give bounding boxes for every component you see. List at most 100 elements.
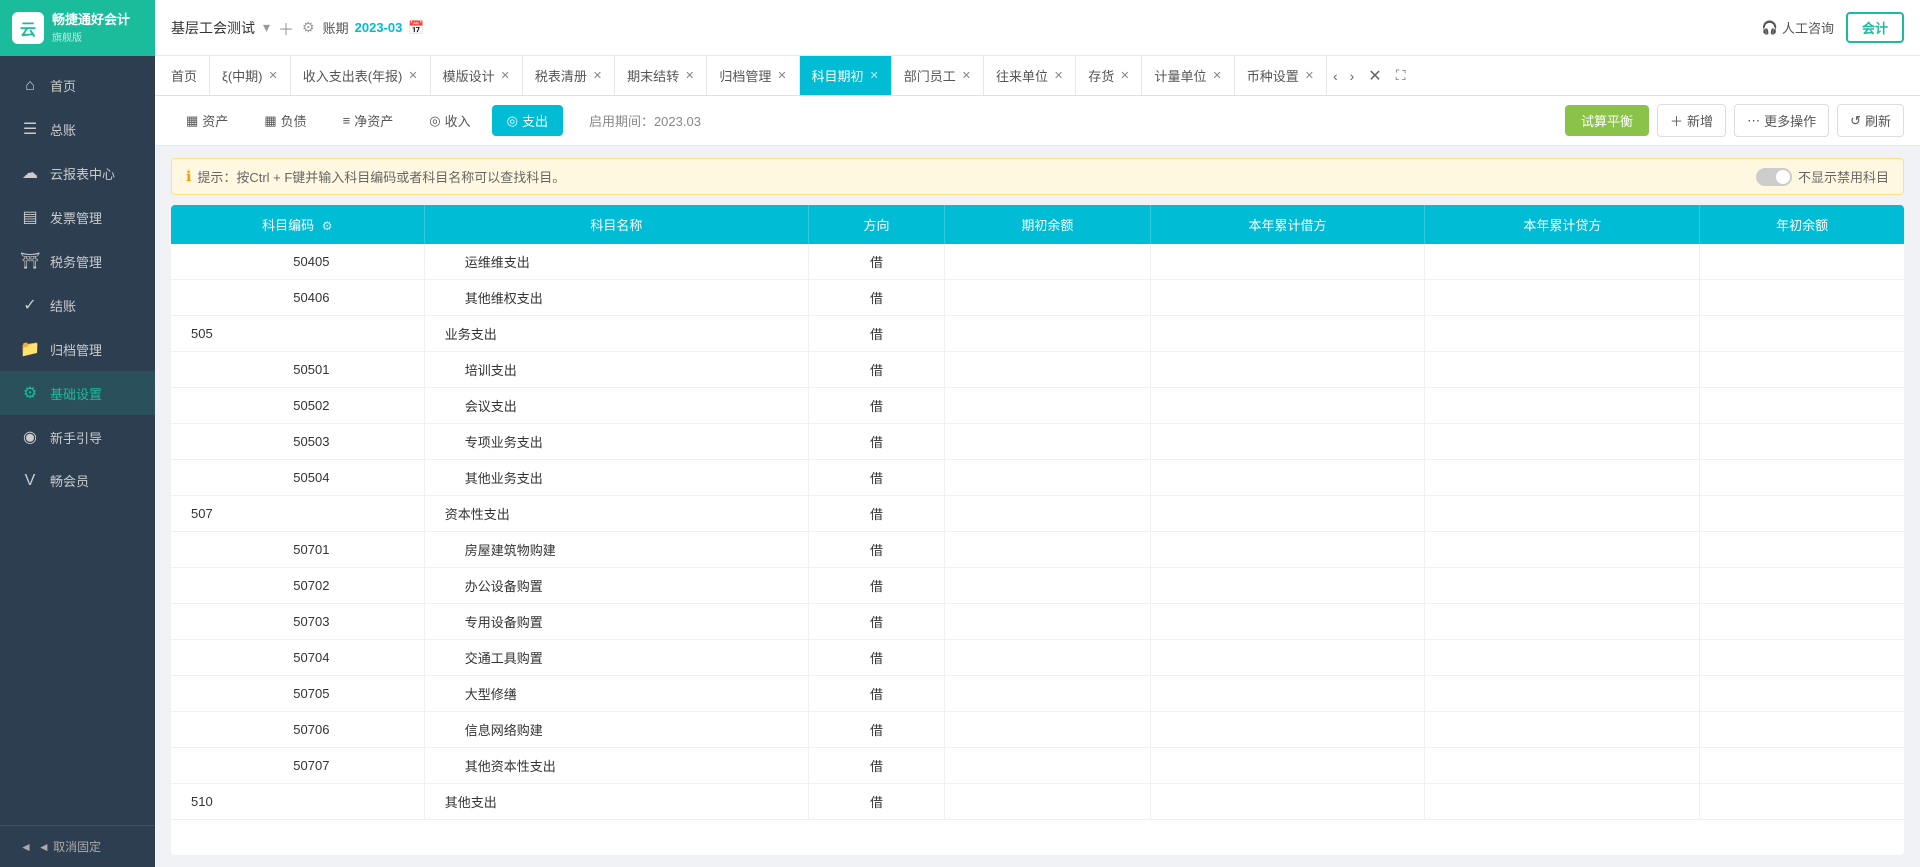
sidebar-item-label: 发票管理	[50, 208, 102, 227]
tab-annual-report[interactable]: 收入支出表(年报) ✕	[291, 56, 431, 96]
cell-name: 运维维支出	[424, 244, 808, 280]
cell-initial-balance	[945, 460, 1150, 496]
tab-next-button[interactable]: ›	[1344, 56, 1361, 96]
tab-close-icon[interactable]: ✕	[962, 69, 971, 82]
sub-tab-liabilities[interactable]: ▦ 负债	[249, 105, 321, 136]
table-row[interactable]: 50405运维维支出借	[171, 244, 1904, 280]
tab-currency[interactable]: 币种设置 ✕	[1235, 56, 1327, 96]
table-row[interactable]: 50705大型修缮借	[171, 676, 1904, 712]
tab-prev-button[interactable]: ‹	[1327, 56, 1344, 96]
cell-initial-balance	[945, 316, 1150, 352]
app-edition: 旗舰版	[52, 29, 130, 44]
table-row[interactable]: 510其他支出借	[171, 784, 1904, 820]
table-row[interactable]: 50502会议支出借	[171, 388, 1904, 424]
sidebar-item-archive[interactable]: 📁 归档管理	[0, 327, 155, 371]
topbar-right: 🎧 人工咨询 会计	[1762, 12, 1904, 43]
tab-close-icon[interactable]: ✕	[870, 69, 879, 82]
cell-ytd-debit	[1150, 316, 1425, 352]
sidebar-collapse-button[interactable]: ◄ ◄ 取消固定	[0, 825, 155, 867]
sub-tab-net-assets[interactable]: ≡ 净资产	[328, 105, 409, 136]
sidebar-item-ledger[interactable]: ☰ 总账	[0, 107, 155, 151]
table-row[interactable]: 50703专用设备购置借	[171, 604, 1904, 640]
tab-label: 模版设计	[443, 66, 495, 85]
sidebar-item-invoice[interactable]: ▤ 发票管理	[0, 195, 155, 239]
tip-bar: ℹ 提示：按Ctrl + F键并输入科目编码或者科目名称可以查找科目。 不显示禁…	[171, 158, 1904, 195]
table-row[interactable]: 50702办公设备购置借	[171, 568, 1904, 604]
tab-close-icon[interactable]: ✕	[1213, 69, 1222, 82]
disabled-toggle-switch[interactable]	[1756, 168, 1792, 186]
tab-close-all-button[interactable]: ✕	[1360, 56, 1389, 96]
tab-contacts[interactable]: 往来单位 ✕	[984, 56, 1076, 96]
settings-gear-icon[interactable]: ⚙	[302, 19, 315, 36]
tab-period-end[interactable]: 期末结转 ✕	[615, 56, 707, 96]
tab-close-icon[interactable]: ✕	[685, 69, 694, 82]
tab-interim[interactable]: ξ(中期) ✕	[210, 56, 291, 96]
tab-close-icon[interactable]: ✕	[1305, 69, 1314, 82]
tab-close-icon[interactable]: ✕	[1054, 69, 1063, 82]
ledger-icon: ☰	[20, 119, 40, 139]
more-actions-button[interactable]: ⋯ 更多操作	[1734, 104, 1829, 137]
cell-name: 专用设备购置	[424, 604, 808, 640]
tab-close-icon[interactable]: ✕	[269, 69, 278, 82]
table-row[interactable]: 505业务支出借	[171, 316, 1904, 352]
sidebar-item-tax[interactable]: ⛩ 税务管理	[0, 239, 155, 283]
sidebar-item-member[interactable]: V 畅会员	[0, 459, 155, 502]
calendar-icon[interactable]: 📅	[408, 20, 424, 36]
tab-close-icon[interactable]: ✕	[408, 69, 417, 82]
tab-close-icon[interactable]: ✕	[501, 69, 510, 82]
table-scroll-area[interactable]: 科目编码 ⚙ 科目名称 方向 期初余额	[171, 205, 1904, 855]
col-code: 科目编码 ⚙	[171, 205, 424, 244]
table-row[interactable]: 507资本性支出借	[171, 496, 1904, 532]
cell-year-initial	[1700, 352, 1904, 388]
cell-ytd-credit	[1425, 640, 1700, 676]
tab-unit[interactable]: 计量单位 ✕	[1142, 56, 1234, 96]
table-row[interactable]: 50704交通工具购置借	[171, 640, 1904, 676]
refresh-button[interactable]: ↺ 刷新	[1837, 104, 1904, 137]
add-icon[interactable]: ＋	[278, 16, 294, 40]
tab-inventory[interactable]: 存货 ✕	[1076, 56, 1142, 96]
sub-tab-assets[interactable]: ▦ 资产	[171, 105, 243, 136]
tab-template-design[interactable]: 模版设计 ✕	[431, 56, 523, 96]
cell-direction: 借	[808, 244, 944, 280]
cell-direction: 借	[808, 604, 944, 640]
collapse-icon: ◄	[20, 840, 32, 854]
tab-subject-initial[interactable]: 科目期初 ✕	[800, 56, 892, 96]
sidebar-item-close[interactable]: ✓ 结账	[0, 283, 155, 327]
account-button[interactable]: 会计	[1846, 12, 1904, 43]
add-button[interactable]: ＋ 新增	[1657, 104, 1726, 137]
tab-tax-table[interactable]: 税表清册 ✕	[523, 56, 615, 96]
tab-archive[interactable]: 归档管理 ✕	[707, 56, 799, 96]
tab-home[interactable]: 首页	[159, 56, 210, 96]
sub-tab-income[interactable]: ◎ 收入	[414, 105, 485, 136]
sidebar: 云 畅捷通好会计 旗舰版 ⌂ 首页 ☰ 总账 ☁ 云报表中心 ▤ 发票管理 ⛩ …	[0, 0, 155, 867]
balance-button[interactable]: 试算平衡	[1565, 105, 1649, 136]
cell-year-initial	[1700, 316, 1904, 352]
sidebar-item-reports[interactable]: ☁ 云报表中心	[0, 151, 155, 195]
tab-close-icon[interactable]: ✕	[593, 69, 602, 82]
cell-code: 50706	[171, 712, 424, 748]
help-button[interactable]: 🎧 人工咨询	[1762, 18, 1834, 37]
table-row[interactable]: 50406其他维权支出借	[171, 280, 1904, 316]
table-row[interactable]: 50504其他业务支出借	[171, 460, 1904, 496]
chevron-down-icon[interactable]: ▾	[263, 19, 270, 36]
guide-icon: ◉	[20, 427, 40, 447]
sidebar-item-home[interactable]: ⌂ 首页	[0, 64, 155, 107]
sidebar-item-guide[interactable]: ◉ 新手引导	[0, 415, 155, 459]
tab-expand-button[interactable]: ⛶	[1390, 56, 1412, 96]
tab-close-icon[interactable]: ✕	[777, 69, 786, 82]
table-row[interactable]: 50706信息网络购建借	[171, 712, 1904, 748]
income-icon: ◎	[429, 113, 440, 129]
table-row[interactable]: 50701房屋建筑物购建借	[171, 532, 1904, 568]
sidebar-item-label: 归档管理	[50, 340, 102, 359]
table-row[interactable]: 50501培训支出借	[171, 352, 1904, 388]
sub-tab-expenditure[interactable]: ◎ 支出	[492, 105, 563, 136]
sidebar-item-label: 首页	[50, 76, 76, 95]
tab-department[interactable]: 部门员工 ✕	[892, 56, 984, 96]
cell-direction: 借	[808, 352, 944, 388]
tab-close-icon[interactable]: ✕	[1120, 69, 1129, 82]
col-settings-icon[interactable]: ⚙	[322, 219, 333, 233]
table-row[interactable]: 50503专项业务支出借	[171, 424, 1904, 460]
cell-initial-balance	[945, 568, 1150, 604]
table-row[interactable]: 50707其他资本性支出借	[171, 748, 1904, 784]
sidebar-item-settings[interactable]: ⚙ 基础设置	[0, 371, 155, 415]
